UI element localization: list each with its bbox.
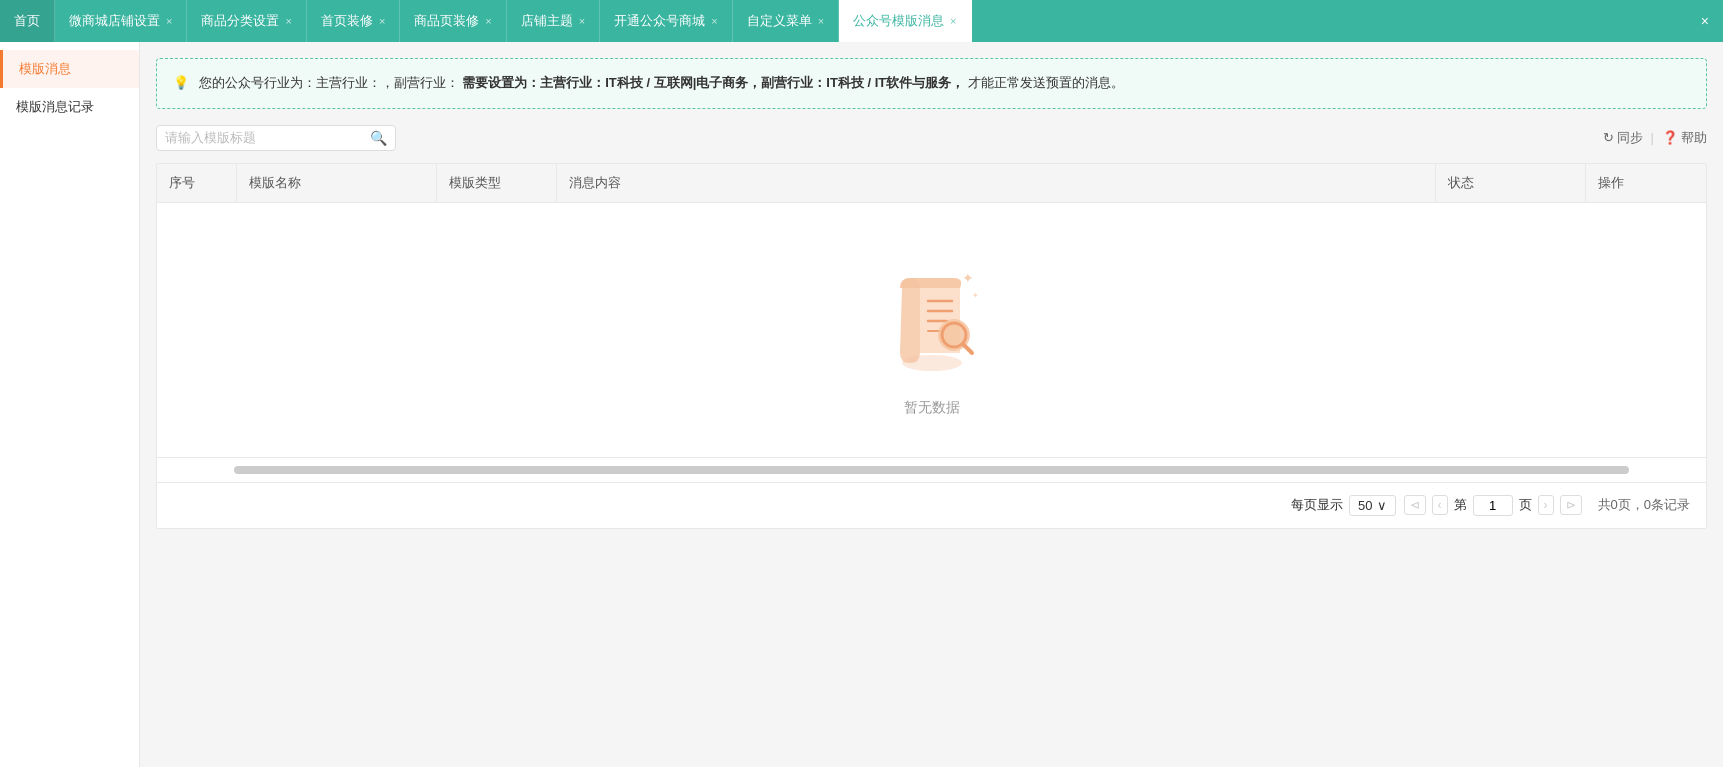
page-size-label: 每页显示	[1291, 496, 1343, 514]
page-suffix: 页	[1519, 496, 1532, 514]
nav-tab-custom-menu[interactable]: 自定义菜单 ×	[733, 0, 839, 42]
notice-suffix: 才能正常发送预置的消息。	[968, 75, 1124, 90]
col-name: 模版名称	[237, 164, 437, 202]
svg-text:✦: ✦	[962, 270, 974, 286]
first-page-button[interactable]: ⊲	[1404, 495, 1426, 515]
nav-tab-product-decoration-label: 商品页装修	[414, 12, 479, 30]
nav-tab-custom-menu-label: 自定义菜单	[747, 12, 812, 30]
page-size-value: 50	[1358, 498, 1372, 513]
close-home-decoration-icon[interactable]: ×	[379, 15, 385, 27]
next-page-button[interactable]: ›	[1538, 495, 1554, 515]
nav-tab-home-decoration[interactable]: 首页装修 ×	[307, 0, 400, 42]
col-status: 状态	[1436, 164, 1586, 202]
last-page-button[interactable]: ⊳	[1560, 495, 1582, 515]
nav-tab-home-decoration-label: 首页装修	[321, 12, 373, 30]
close-product-decoration-icon[interactable]: ×	[485, 15, 491, 27]
pagination: 每页显示 50 ∨ ⊲ ‹ 第 页 › ⊳ 共0页，0条记录	[157, 482, 1706, 528]
close-shop-settings-icon[interactable]: ×	[166, 15, 172, 27]
empty-state-icon: ✦ ✦	[872, 263, 992, 383]
close-open-mall-icon[interactable]: ×	[711, 15, 717, 27]
nav-tab-shop-settings[interactable]: 微商城店铺设置 ×	[55, 0, 187, 42]
sidebar-item-template-message[interactable]: 模版消息	[0, 50, 139, 88]
svg-text:✦: ✦	[972, 291, 979, 300]
page-prefix: 第	[1454, 496, 1467, 514]
close-category-settings-icon[interactable]: ×	[285, 15, 291, 27]
sync-label: 同步	[1617, 129, 1643, 147]
help-icon: ❓	[1662, 130, 1678, 145]
total-info: 共0页，0条记录	[1598, 496, 1690, 514]
nav-tab-home-label: 首页	[14, 12, 40, 30]
nav-tab-shop-theme[interactable]: 店铺主题 ×	[507, 0, 600, 42]
page-navigation: ⊲ ‹ 第 页 › ⊳	[1404, 495, 1582, 516]
data-table: 序号 模版名称 模版类型 消息内容 状态 操作	[156, 163, 1707, 529]
sync-icon: ↻	[1603, 130, 1614, 145]
col-content: 消息内容	[557, 164, 1436, 202]
page-size-select: 每页显示 50 ∨	[1291, 495, 1395, 516]
search-icon-button[interactable]: 🔍	[370, 130, 387, 146]
nav-tab-category-settings[interactable]: 商品分类设置 ×	[187, 0, 306, 42]
toolbar-divider: |	[1651, 130, 1654, 145]
nav-tab-open-mall-label: 开通公众号商城	[614, 12, 705, 30]
notice-icon: 💡	[173, 75, 189, 90]
table-header: 序号 模版名称 模版类型 消息内容 状态 操作	[157, 164, 1706, 203]
horizontal-scrollbar[interactable]	[157, 457, 1706, 482]
page-size-dropdown[interactable]: 50 ∨	[1349, 495, 1395, 516]
sidebar-item-template-message-record[interactable]: 模版消息记录	[0, 88, 139, 126]
sidebar-item-template-message-label: 模版消息	[19, 61, 71, 76]
notice-box: 💡 您的公众号行业为：主营行业：，副营行业： 需要设置为：主营行业：IT科技 /…	[156, 58, 1707, 109]
nav-tab-template-msg[interactable]: 公众号模版消息 ×	[839, 0, 971, 42]
close-custom-menu-icon[interactable]: ×	[818, 15, 824, 27]
col-type: 模版类型	[437, 164, 557, 202]
search-input-wrap[interactable]: 🔍	[156, 125, 396, 151]
prev-page-button[interactable]: ‹	[1432, 495, 1448, 515]
empty-state: ✦ ✦ 暂无数据	[157, 203, 1706, 457]
main-layout: 模版消息 模版消息记录 💡 您的公众号行业为：主营行业：，副营行业： 需要设置为…	[0, 42, 1723, 767]
nav-tab-category-settings-label: 商品分类设置	[201, 12, 279, 30]
nav-tab-home[interactable]: 首页	[0, 0, 55, 42]
search-bar: 🔍 ↻ 同步 | ❓ 帮助	[156, 125, 1707, 151]
scrollbar-track[interactable]	[234, 466, 1628, 474]
help-button[interactable]: ❓ 帮助	[1662, 129, 1707, 147]
close-all-button[interactable]: ×	[1687, 13, 1723, 29]
col-index: 序号	[157, 164, 237, 202]
page-number-input[interactable]	[1473, 495, 1513, 516]
search-input[interactable]	[165, 130, 366, 145]
close-shop-theme-icon[interactable]: ×	[579, 15, 585, 27]
nav-tab-shop-theme-label: 店铺主题	[521, 12, 573, 30]
sync-button[interactable]: ↻ 同步	[1603, 129, 1643, 147]
nav-tab-shop-settings-label: 微商城店铺设置	[69, 12, 160, 30]
nav-tab-open-mall[interactable]: 开通公众号商城 ×	[600, 0, 732, 42]
col-action: 操作	[1586, 164, 1706, 202]
sidebar-item-template-message-record-label: 模版消息记录	[16, 99, 94, 114]
top-nav: 首页 微商城店铺设置 × 商品分类设置 × 首页装修 × 商品页装修 × 店铺主…	[0, 0, 1723, 42]
notice-prefix: 您的公众号行业为：主营行业：，副营行业：	[199, 75, 459, 90]
svg-line-7	[963, 344, 972, 353]
sidebar: 模版消息 模版消息记录	[0, 42, 140, 767]
help-label: 帮助	[1681, 129, 1707, 147]
nav-tab-template-msg-label: 公众号模版消息	[853, 12, 944, 30]
empty-text: 暂无数据	[904, 399, 960, 417]
close-template-msg-icon[interactable]: ×	[950, 15, 956, 27]
page-size-chevron-icon: ∨	[1377, 498, 1387, 513]
nav-tab-product-decoration[interactable]: 商品页装修 ×	[400, 0, 506, 42]
toolbar-right: ↻ 同步 | ❓ 帮助	[1603, 129, 1707, 147]
notice-highlight: 需要设置为：主营行业：IT科技 / 互联网|电子商务，副营行业：IT科技 / I…	[462, 75, 964, 90]
main-content: 💡 您的公众号行业为：主营行业：，副营行业： 需要设置为：主营行业：IT科技 /…	[140, 42, 1723, 767]
